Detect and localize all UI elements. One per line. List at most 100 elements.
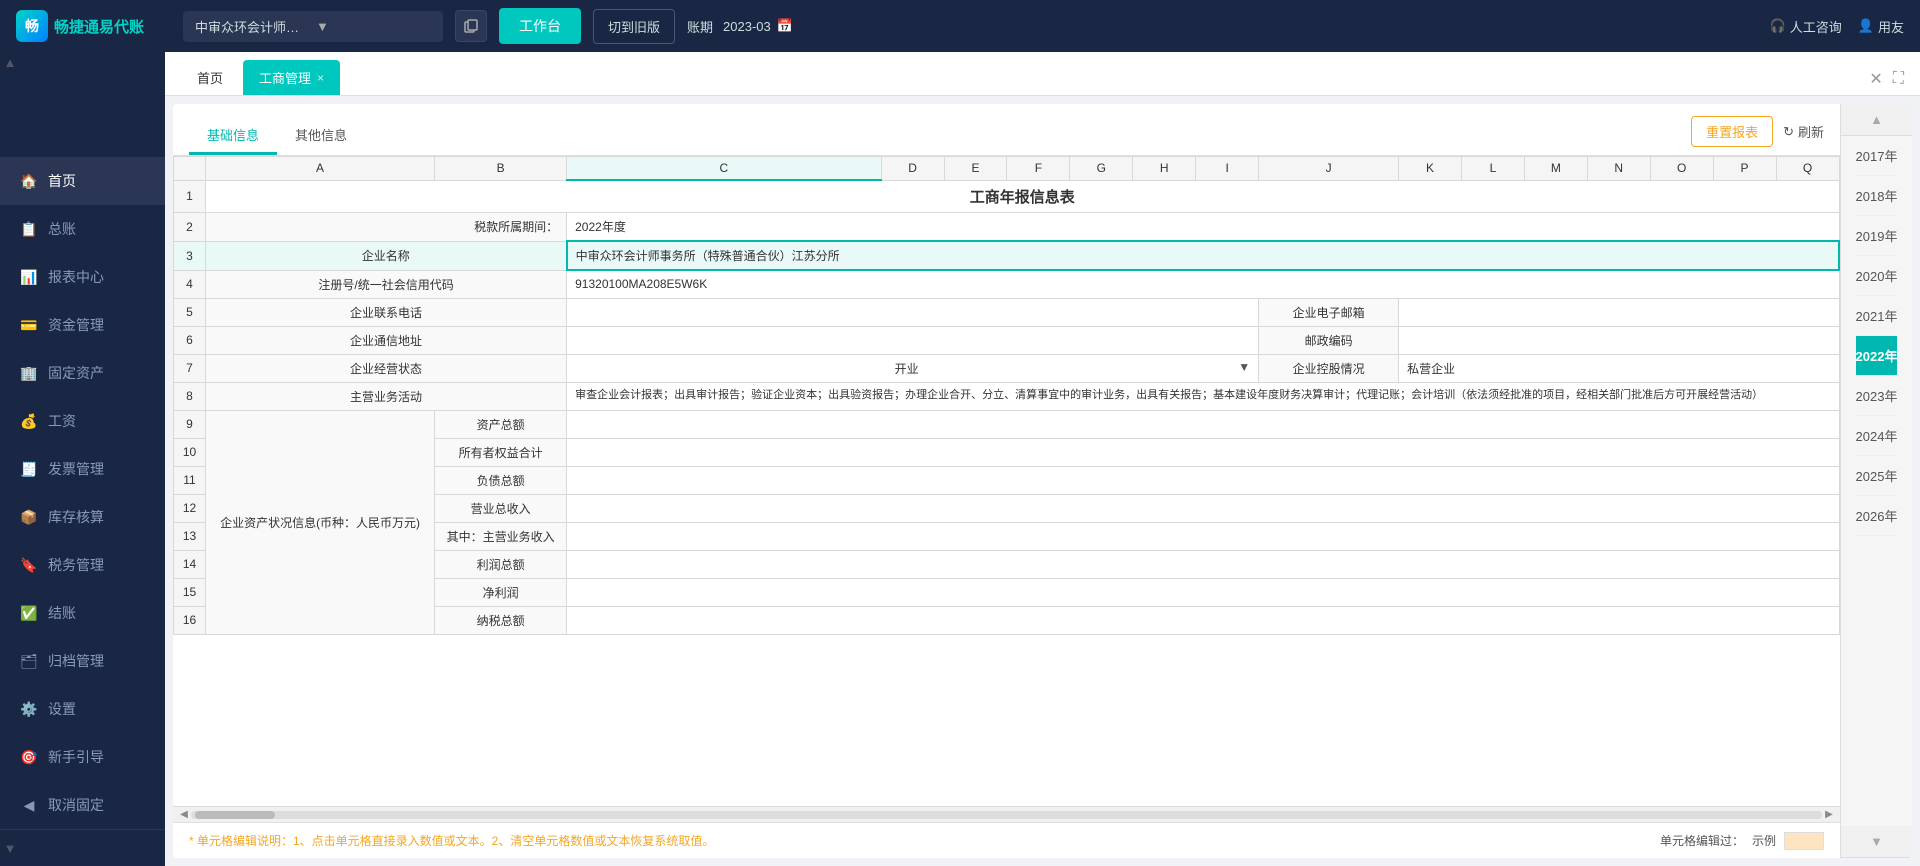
year-item[interactable]: 2021年 [1856, 296, 1898, 336]
copy-button[interactable] [455, 10, 487, 42]
sidebar-item-fixed-assets[interactable]: 🏢固定资产 [0, 349, 165, 397]
cell-company-value[interactable]: 中审众环会计师事务所（特殊普通合伙）江苏分所 [567, 241, 1839, 270]
year-item[interactable]: 2024年 [1856, 416, 1898, 456]
scrollbar-thumb[interactable] [195, 811, 275, 819]
switch-version-button[interactable]: 切到旧版 [593, 9, 675, 44]
sidebar-item-report-center[interactable]: 📊报表中心 [0, 253, 165, 301]
row-num: 16 [174, 606, 206, 634]
cell-liab-value[interactable] [567, 466, 1839, 494]
year-scroll-down[interactable]: ▼ [1841, 826, 1912, 858]
title-cell[interactable]: 工商年报信息表 [206, 180, 1840, 213]
sidebar-scroll-down[interactable]: ▼ [0, 838, 20, 858]
cell-status-value[interactable]: 开业 ▼ [567, 354, 1259, 382]
sidebar: ▲ 🏠首页📋总账📊报表中心💳资金管理🏢固定资产💰工资 🧾 发票管理 📦库存核算🔖税务管… [0, 52, 165, 866]
scroll-left-arrow[interactable]: ◀ [177, 808, 191, 822]
company-name: 中审众环会计师事务所（特殊普通合伙.... [195, 17, 310, 36]
workbench-button[interactable]: 工作台 [499, 8, 581, 44]
year-item[interactable]: 2017年 [1856, 136, 1898, 176]
cell-revenue-value[interactable] [567, 494, 1839, 522]
logo-icon: 畅 [16, 10, 48, 42]
year-item[interactable]: 2023年 [1856, 376, 1898, 416]
example-cell [1784, 832, 1824, 850]
year-item[interactable]: 2026年 [1856, 496, 1898, 536]
refresh-icon: ↻ [1783, 124, 1794, 140]
topbar-right: 🎧 人工咨询 👤 用友 [1770, 17, 1904, 36]
tab-close-icon[interactable]: × [317, 71, 324, 85]
sidebar-item-settings[interactable]: ⚙️设置 [0, 685, 165, 733]
close-window-button[interactable]: ✕ [1869, 69, 1882, 89]
table-row: 7 企业经营状态 开业 ▼ 企业控股情况 私营企业 [174, 354, 1840, 382]
cell-tax-total-value[interactable] [567, 606, 1839, 634]
year-item[interactable]: 2018年 [1856, 176, 1898, 216]
cell-regnum-value[interactable]: 91320100MA208E5W6K [567, 270, 1839, 298]
col-header-h: H [1133, 157, 1196, 181]
sidebar-item-cancel-fix[interactable]: ◀取消固定 [0, 781, 165, 829]
period-label: 账期 [687, 17, 713, 36]
home-icon: 🏠 [20, 172, 38, 190]
sidebar-item-close[interactable]: ✅结账 [0, 589, 165, 637]
invoice-mgmt-icon: 🧾 [20, 460, 38, 478]
sidebar-item-archive[interactable]: 🗂归档管理 [0, 637, 165, 685]
cell-postcode-value[interactable] [1399, 326, 1839, 354]
calendar-icon[interactable]: 📅 [777, 18, 793, 34]
row-num: 2 [174, 213, 206, 242]
refresh-button[interactable]: ↻ 刷新 [1783, 122, 1824, 141]
cell-net-profit-value[interactable] [567, 578, 1839, 606]
col-corner [174, 157, 206, 181]
sidebar-item-general-ledger[interactable]: 📋总账 [0, 205, 165, 253]
cell-equity-value[interactable] [567, 438, 1839, 466]
year-item[interactable]: 2025年 [1856, 456, 1898, 496]
spreadsheet-wrap[interactable]: A B C D E F G H I J [173, 156, 1840, 806]
user-menu[interactable]: 👤 用友 [1858, 17, 1904, 36]
sidebar-item-inventory[interactable]: 📦库存核算 [0, 493, 165, 541]
sidebar-item-new-guide[interactable]: 🎯新手引导 [0, 733, 165, 781]
cell-tax-period-value[interactable]: 2022年度 [567, 213, 1839, 242]
refresh-label: 刷新 [1798, 122, 1824, 141]
cell-total-assets-value[interactable] [567, 410, 1839, 438]
report-center-icon: 📊 [20, 268, 38, 286]
cell-control-value[interactable]: 私营企业 [1399, 354, 1839, 382]
sidebar-item-tax-mgmt[interactable]: 🔖税务管理 [0, 541, 165, 589]
sidebar-item-fund-mgmt[interactable]: 💳资金管理 [0, 301, 165, 349]
topbar: 畅 畅捷通易代账 中审众环会计师事务所（特殊普通合伙.... ▼ 工作台 切到旧… [0, 0, 1920, 52]
sidebar-item-home[interactable]: 🏠首页 [0, 157, 165, 205]
col-header-i: I [1196, 157, 1259, 181]
consult-button[interactable]: 🎧 人工咨询 [1770, 17, 1842, 36]
cell-main-revenue-value[interactable] [567, 522, 1839, 550]
year-item[interactable]: 2019年 [1856, 216, 1898, 256]
chevron-down-icon: ▼ [316, 19, 431, 34]
row-num: 7 [174, 354, 206, 382]
cell-email-label: 企业电子邮箱 [1259, 298, 1399, 326]
fund-mgmt-icon: 💳 [20, 316, 38, 334]
cell-email-value[interactable] [1399, 298, 1839, 326]
sidebar-item-label: 设置 [48, 699, 76, 719]
sidebar-scroll-up[interactable]: ▲ [0, 52, 20, 72]
col-header-f: F [1007, 157, 1070, 181]
col-header-o: O [1650, 157, 1713, 181]
tab-gongshang[interactable]: 工商管理 × [243, 60, 340, 95]
cell-business-value[interactable]: 审查企业会计报表；出具审计报告；验证企业资本；出具验资报告；办理企业合开、分立、… [567, 382, 1839, 410]
table-row: 5 企业联系电话 企业电子邮箱 [174, 298, 1840, 326]
year-item[interactable]: 2022年 [1856, 336, 1898, 376]
sidebar-item-label: 发票管理 [48, 459, 104, 479]
row-num: 8 [174, 382, 206, 410]
company-selector[interactable]: 中审众环会计师事务所（特殊普通合伙.... ▼ [183, 11, 443, 42]
year-scroll-up[interactable]: ▲ [1841, 104, 1912, 136]
cell-profit-value[interactable] [567, 550, 1839, 578]
expand-window-button[interactable]: ⛶ [1893, 70, 1904, 88]
cell-address-value[interactable] [567, 326, 1259, 354]
sub-tab-basic[interactable]: 基础信息 [189, 117, 277, 155]
cell-phone-value[interactable] [567, 298, 1259, 326]
sub-tab-other[interactable]: 其他信息 [277, 117, 365, 155]
cell-control-label: 企业控股情况 [1259, 354, 1399, 382]
tab-home[interactable]: 首页 [181, 60, 239, 95]
table-row: 9 企业资产状况信息(币种：人民币万元) 资产总额 [174, 410, 1840, 438]
reset-report-button[interactable]: 重置报表 [1691, 116, 1773, 147]
year-item[interactable]: 2020年 [1856, 256, 1898, 296]
horizontal-scrollbar[interactable]: ◀ ▶ [173, 806, 1840, 822]
sidebar-item-invoice-mgmt[interactable]: 🧾 发票管理 [0, 445, 165, 493]
sidebar-item-salary[interactable]: 💰工资 [0, 397, 165, 445]
scroll-right-arrow[interactable]: ▶ [1822, 808, 1836, 822]
sidebar-bottom: ▼ [0, 829, 165, 866]
user-label: 用友 [1878, 17, 1904, 36]
